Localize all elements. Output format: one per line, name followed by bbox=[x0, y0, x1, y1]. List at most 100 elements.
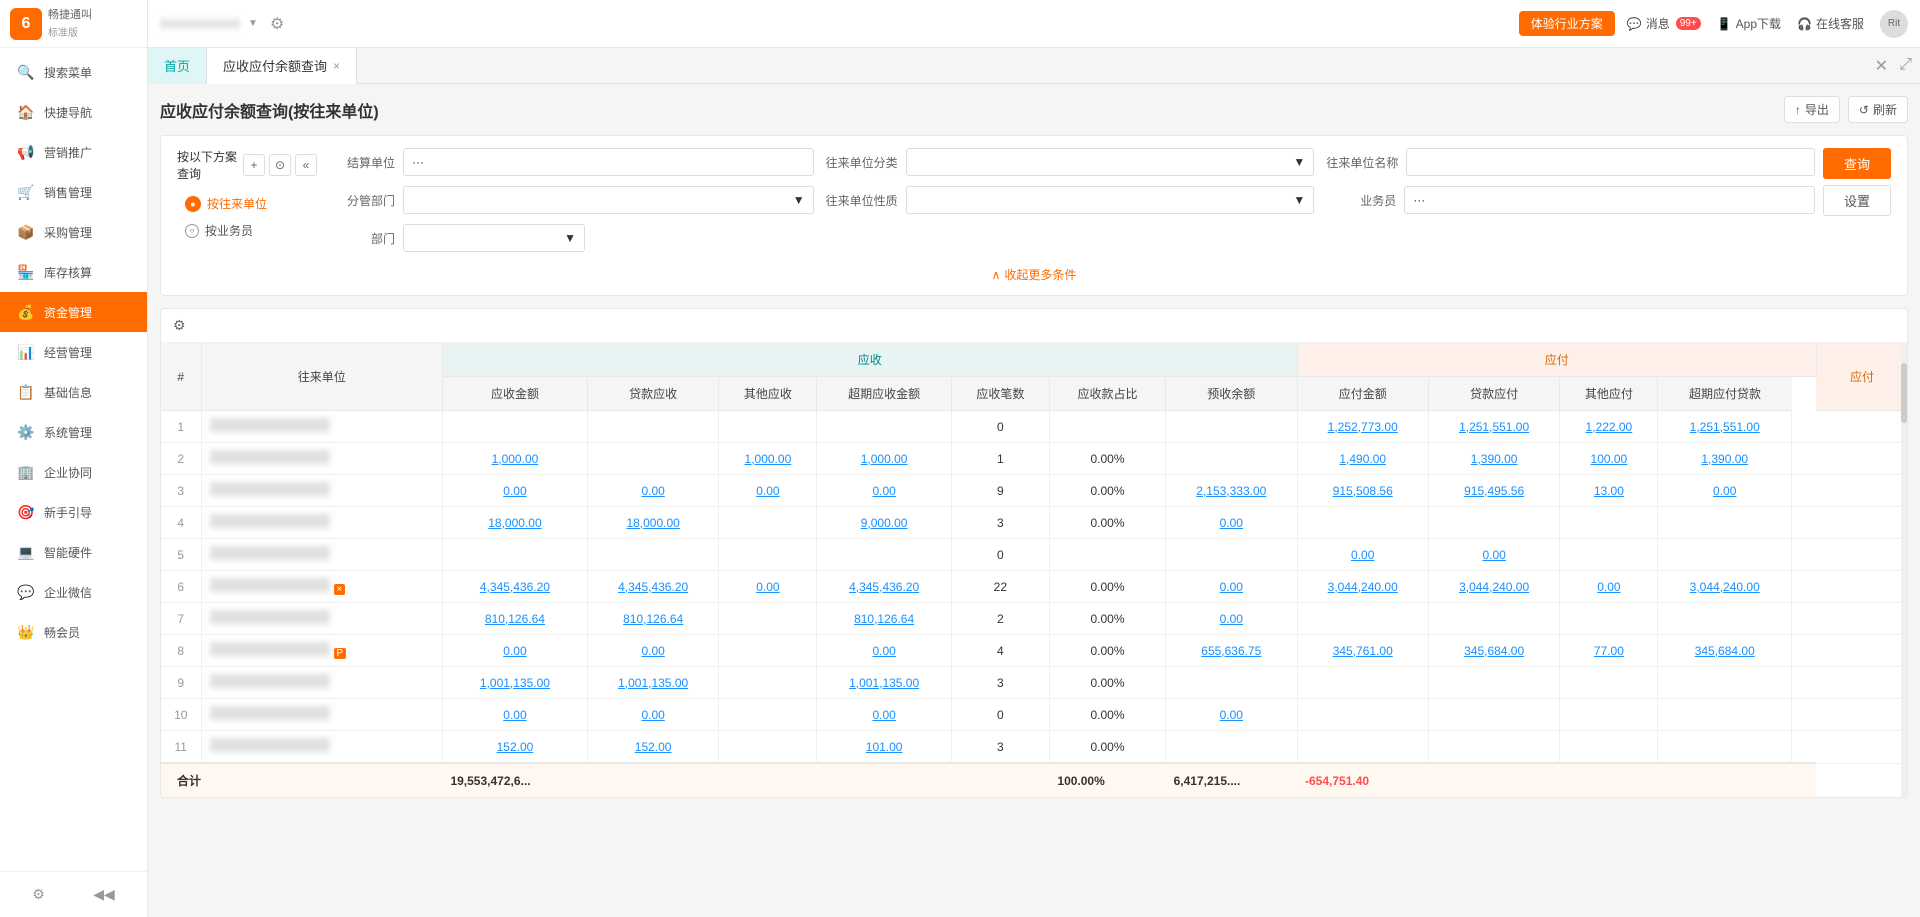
cell-ap_amount[interactable]: 3,044,240.00 bbox=[1297, 571, 1428, 603]
cell-ar_overdue[interactable]: 810,126.64 bbox=[817, 603, 951, 635]
cell-ar_overdue[interactable]: 0.00 bbox=[817, 635, 951, 667]
unit-category-input[interactable]: ▼ bbox=[906, 148, 1315, 176]
sidebar-settings-btn[interactable]: ⚙ bbox=[26, 880, 51, 909]
cell-ap_overdue[interactable]: 0.00 bbox=[1658, 475, 1792, 507]
cell-ar_overdue[interactable]: 4,345,436.20 bbox=[817, 571, 951, 603]
collapse-row[interactable]: ∧ 收起更多条件 bbox=[177, 266, 1891, 283]
sidebar-item-search[interactable]: 🔍 搜索菜单 bbox=[0, 52, 147, 92]
scrollbar-thumb[interactable] bbox=[1901, 363, 1907, 423]
sidebar-item-smart-hw[interactable]: 💻 智能硬件 bbox=[0, 532, 147, 572]
cell-ar_loan[interactable]: 0.00 bbox=[587, 475, 718, 507]
tab-close-all-icon[interactable]: ✕ bbox=[1875, 56, 1888, 76]
sidebar-item-marketing[interactable]: 📢 营销推广 bbox=[0, 132, 147, 172]
sidebar-item-sales[interactable]: 🛒 销售管理 bbox=[0, 172, 147, 212]
sidebar-item-member[interactable]: 👑 畅会员 bbox=[0, 612, 147, 652]
cell-ar_amount[interactable]: 152.00 bbox=[442, 731, 587, 764]
cell-ap_loan[interactable]: 1,251,551.00 bbox=[1428, 411, 1559, 443]
dept-input[interactable]: ▼ bbox=[403, 186, 814, 214]
cell-ap_amount[interactable]: 0.00 bbox=[1297, 539, 1428, 571]
sidebar-item-guide[interactable]: 🎯 新手引导 bbox=[0, 492, 147, 532]
header-settings-icon[interactable]: ⚙ bbox=[270, 14, 284, 34]
cell-ap_other[interactable]: 13.00 bbox=[1560, 475, 1658, 507]
cell-ap_loan[interactable]: 3,044,240.00 bbox=[1428, 571, 1559, 603]
tab-home[interactable]: 首页 bbox=[148, 48, 207, 84]
cell-ar_loan[interactable]: 0.00 bbox=[587, 635, 718, 667]
sidebar-item-purchase[interactable]: 📦 采购管理 bbox=[0, 212, 147, 252]
cell-ap_other[interactable]: 0.00 bbox=[1560, 571, 1658, 603]
cell-ap_overdue[interactable]: 3,044,240.00 bbox=[1658, 571, 1792, 603]
sidebar-item-basic-info[interactable]: 📋 基础信息 bbox=[0, 372, 147, 412]
sidebar-item-wechat[interactable]: 💬 企业微信 bbox=[0, 572, 147, 612]
cell-ar_other[interactable]: 0.00 bbox=[719, 475, 817, 507]
cell-ar_other[interactable]: 1,000.00 bbox=[719, 443, 817, 475]
query-button[interactable]: 查询 bbox=[1823, 148, 1891, 179]
cell-ar_prepay[interactable]: 0.00 bbox=[1166, 571, 1297, 603]
cell-ar_prepay[interactable]: 0.00 bbox=[1166, 507, 1297, 539]
cell-ar_loan[interactable]: 1,001,135.00 bbox=[587, 667, 718, 699]
cell-ar_amount[interactable]: 1,001,135.00 bbox=[442, 667, 587, 699]
cell-ar_loan[interactable]: 152.00 bbox=[587, 731, 718, 764]
cell-ar_prepay[interactable]: 0.00 bbox=[1166, 699, 1297, 731]
cell-ar_loan[interactable]: 18,000.00 bbox=[587, 507, 718, 539]
staff-input[interactable]: ··· bbox=[1404, 186, 1815, 214]
cell-ap_other[interactable]: 1,222.00 bbox=[1560, 411, 1658, 443]
cell-ar_overdue[interactable]: 1,000.00 bbox=[817, 443, 951, 475]
scrollbar-track[interactable] bbox=[1901, 343, 1907, 797]
scheme-add-btn[interactable]: + bbox=[243, 154, 265, 176]
sidebar-item-inventory[interactable]: 🏪 库存核算 bbox=[0, 252, 147, 292]
sidebar-item-quick-nav[interactable]: 🏠 快捷导航 bbox=[0, 92, 147, 132]
cell-ap_other[interactable]: 77.00 bbox=[1560, 635, 1658, 667]
cell-ar_prepay[interactable]: 0.00 bbox=[1166, 603, 1297, 635]
sidebar-item-system[interactable]: ⚙️ 系统管理 bbox=[0, 412, 147, 452]
scheme-edit-btn[interactable]: ⊙ bbox=[269, 154, 291, 176]
scheme-collapse-btn[interactable]: « bbox=[295, 154, 317, 176]
cell-ar_overdue[interactable]: 101.00 bbox=[817, 731, 951, 764]
unit-name-input[interactable] bbox=[1406, 148, 1815, 176]
cell-ap_amount[interactable]: 915,508.56 bbox=[1297, 475, 1428, 507]
sidebar-item-finance[interactable]: 💰 资金管理 bbox=[0, 292, 147, 332]
tab-expand-icon[interactable]: ⤢ bbox=[1899, 56, 1912, 74]
cell-ar_overdue[interactable]: 0.00 bbox=[817, 475, 951, 507]
app-download-action[interactable]: 📱 App下载 bbox=[1717, 15, 1781, 32]
user-avatar[interactable]: Rit bbox=[1880, 10, 1908, 38]
cell-ar_amount[interactable]: 18,000.00 bbox=[442, 507, 587, 539]
cell-ap_other[interactable]: 100.00 bbox=[1560, 443, 1658, 475]
refresh-button[interactable]: ↺ 刷新 bbox=[1848, 96, 1908, 123]
filter-nav-by-unit[interactable]: ● 按往来单位 bbox=[177, 190, 317, 217]
cell-ar_amount[interactable]: 0.00 bbox=[442, 475, 587, 507]
cell-ap_loan[interactable]: 345,684.00 bbox=[1428, 635, 1559, 667]
filter-settings-button[interactable]: 设置 bbox=[1823, 185, 1891, 216]
cell-ar_loan[interactable]: 0.00 bbox=[587, 699, 718, 731]
settlement-input[interactable]: ··· bbox=[403, 148, 814, 176]
sidebar-item-enterprise[interactable]: 🏢 企业协同 bbox=[0, 452, 147, 492]
cell-ap_loan[interactable]: 0.00 bbox=[1428, 539, 1559, 571]
cell-ap_overdue[interactable]: 1,390.00 bbox=[1658, 443, 1792, 475]
department-input[interactable]: ▼ bbox=[403, 224, 585, 252]
cell-ap_amount[interactable]: 345,761.00 bbox=[1297, 635, 1428, 667]
cell-ar_amount[interactable]: 4,345,436.20 bbox=[442, 571, 587, 603]
cell-ar_loan[interactable]: 810,126.64 bbox=[587, 603, 718, 635]
cell-ap_loan[interactable]: 915,495.56 bbox=[1428, 475, 1559, 507]
unit-nature-input[interactable]: ▼ bbox=[906, 186, 1315, 214]
cell-ar_amount[interactable]: 0.00 bbox=[442, 699, 587, 731]
cell-ap_overdue[interactable]: 1,251,551.00 bbox=[1658, 411, 1792, 443]
cell-ar_prepay[interactable]: 2,153,333.00 bbox=[1166, 475, 1297, 507]
tab-ar-ap-query[interactable]: 应收应付余额查询 × bbox=[207, 48, 357, 84]
cell-ap_amount[interactable]: 1,490.00 bbox=[1297, 443, 1428, 475]
cell-ap_amount[interactable]: 1,252,773.00 bbox=[1297, 411, 1428, 443]
cell-ar_loan[interactable]: 4,345,436.20 bbox=[587, 571, 718, 603]
footer-ar-amount[interactable]: 19,553,472,6... bbox=[442, 763, 587, 797]
cell-ar_overdue[interactable]: 9,000.00 bbox=[817, 507, 951, 539]
filter-nav-by-staff[interactable]: ○ 按业务员 bbox=[177, 217, 317, 244]
online-service-action[interactable]: 🎧 在线客服 bbox=[1797, 15, 1864, 32]
export-button[interactable]: ↑ 导出 bbox=[1784, 96, 1840, 123]
cell-ar_amount[interactable]: 1,000.00 bbox=[442, 443, 587, 475]
cell-ar_prepay[interactable]: 655,636.75 bbox=[1166, 635, 1297, 667]
cell-ar_other[interactable]: 0.00 bbox=[719, 571, 817, 603]
cell-ar_overdue[interactable]: 1,001,135.00 bbox=[817, 667, 951, 699]
cell-ar_amount[interactable]: 810,126.64 bbox=[442, 603, 587, 635]
tab-close-icon[interactable]: × bbox=[333, 59, 340, 73]
cell-ar_amount[interactable]: 0.00 bbox=[442, 635, 587, 667]
cell-ar_overdue[interactable]: 0.00 bbox=[817, 699, 951, 731]
message-action[interactable]: 💬 消息 99+ bbox=[1627, 15, 1701, 32]
